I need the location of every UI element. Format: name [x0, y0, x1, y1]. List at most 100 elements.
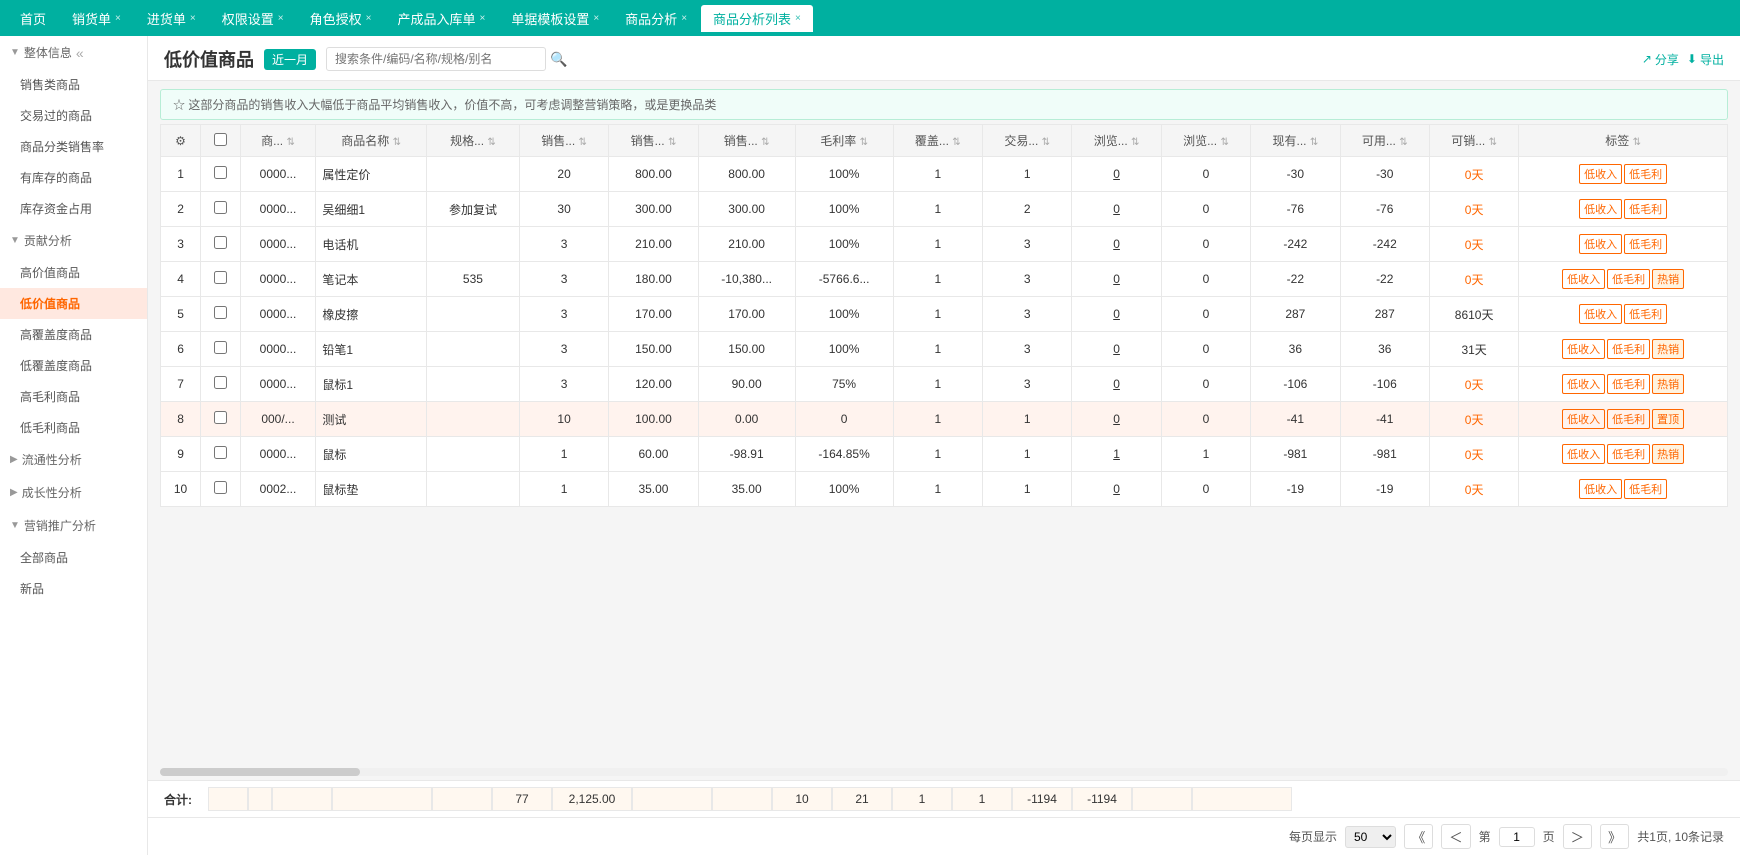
nav-home[interactable]: 首页: [8, 5, 58, 32]
sidebar-item-low-coverage[interactable]: 低覆盖度商品: [0, 350, 147, 381]
tag-badge: 低毛利: [1624, 199, 1667, 219]
close-icon[interactable]: ×: [190, 13, 196, 24]
scrollbar-track[interactable]: [160, 768, 1728, 776]
sidebar-item-stocked-products[interactable]: 有库存的商品: [0, 162, 147, 193]
row-checkbox[interactable]: [214, 306, 227, 319]
last-page-button[interactable]: 》: [1600, 824, 1629, 849]
sidebar-group-liquidity[interactable]: ▶ 流通性分析: [0, 443, 147, 476]
sidebar-group-contribution[interactable]: ▼ 贡献分析: [0, 224, 147, 257]
cell-browse1[interactable]: 0: [1072, 367, 1161, 402]
cell-browse1[interactable]: 0: [1072, 332, 1161, 367]
cell-checkbox[interactable]: [201, 297, 241, 332]
col-name[interactable]: 商品名称 ⇅: [316, 125, 427, 157]
col-coverage[interactable]: 覆盖... ⇅: [893, 125, 982, 157]
col-trade[interactable]: 交易... ⇅: [982, 125, 1071, 157]
row-checkbox[interactable]: [214, 271, 227, 284]
cell-browse1[interactable]: 0: [1072, 227, 1161, 262]
search-button[interactable]: 🔍: [550, 51, 567, 68]
row-checkbox[interactable]: [214, 481, 227, 494]
close-icon[interactable]: ×: [681, 13, 687, 24]
cell-browse1[interactable]: 1: [1072, 437, 1161, 472]
data-table-container[interactable]: ⚙ 商... ⇅ 商品名称 ⇅ 规格... ⇅ 销售... ⇅ 销售... ⇅ …: [160, 124, 1728, 764]
cell-checkbox[interactable]: [201, 402, 241, 437]
prev-page-button[interactable]: ＜: [1441, 824, 1470, 849]
cell-browse1[interactable]: 0: [1072, 192, 1161, 227]
sidebar-group-marketing[interactable]: ▼ 营销推广分析: [0, 509, 147, 542]
col-sales-price[interactable]: 销售... ⇅: [609, 125, 698, 157]
close-icon[interactable]: ×: [795, 13, 801, 24]
col-tags[interactable]: 标签 ⇅: [1519, 125, 1728, 157]
col-sales-amount[interactable]: 销售... ⇅: [698, 125, 795, 157]
row-checkbox[interactable]: [214, 446, 227, 459]
sidebar-group-growth[interactable]: ▶ 成长性分析: [0, 476, 147, 509]
period-button[interactable]: 近一月: [264, 49, 316, 70]
col-checkbox[interactable]: [201, 125, 241, 157]
page-size-select[interactable]: 50 100 200: [1345, 826, 1396, 848]
close-icon[interactable]: ×: [593, 13, 599, 24]
close-icon[interactable]: ×: [366, 13, 372, 24]
col-current-stock[interactable]: 现有... ⇅: [1251, 125, 1340, 157]
nav-product-warehouse[interactable]: 产成品入库单 ×: [385, 5, 497, 32]
cell-checkbox[interactable]: [201, 367, 241, 402]
row-checkbox[interactable]: [214, 201, 227, 214]
sidebar-item-traded-products[interactable]: 交易过的商品: [0, 100, 147, 131]
share-button[interactable]: ↗ 分享: [1642, 51, 1679, 68]
cell-browse1[interactable]: 0: [1072, 262, 1161, 297]
close-icon[interactable]: ×: [479, 13, 485, 24]
col-sales-qty[interactable]: 销售... ⇅: [519, 125, 608, 157]
cell-checkbox[interactable]: [201, 227, 241, 262]
sidebar-group-overall[interactable]: ▼ 整体信息 «: [0, 36, 147, 69]
nav-permission[interactable]: 权限设置 ×: [210, 5, 296, 32]
cell-checkbox[interactable]: [201, 157, 241, 192]
cell-checkbox[interactable]: [201, 472, 241, 507]
cell-checkbox[interactable]: [201, 262, 241, 297]
col-gross-margin[interactable]: 毛利率 ⇅: [795, 125, 893, 157]
next-page-button[interactable]: ＞: [1563, 824, 1592, 849]
sidebar-item-high-value[interactable]: 高价值商品: [0, 257, 147, 288]
cell-browse1[interactable]: 0: [1072, 297, 1161, 332]
col-browse2[interactable]: 浏览... ⇅: [1161, 125, 1250, 157]
cell-checkbox[interactable]: [201, 437, 241, 472]
row-checkbox[interactable]: [214, 166, 227, 179]
sidebar-item-new-products[interactable]: 新品: [0, 573, 147, 604]
col-saleable[interactable]: 可销... ⇅: [1429, 125, 1518, 157]
nav-product-analysis[interactable]: 商品分析 ×: [613, 5, 699, 32]
nav-role-auth[interactable]: 角色授权 ×: [298, 5, 384, 32]
sidebar-item-category-sales-rate[interactable]: 商品分类销售率: [0, 131, 147, 162]
page-number-input[interactable]: [1499, 827, 1535, 847]
col-available-stock[interactable]: 可用... ⇅: [1340, 125, 1429, 157]
sidebar-item-stock-funds[interactable]: 库存资金占用: [0, 193, 147, 224]
row-checkbox[interactable]: [214, 341, 227, 354]
scrollbar-thumb[interactable]: [160, 768, 360, 776]
search-input[interactable]: [326, 47, 546, 71]
sidebar-item-low-value[interactable]: 低价值商品: [0, 288, 147, 319]
nav-product-analysis-list[interactable]: 商品分析列表 ×: [701, 5, 813, 32]
sidebar-item-all-products[interactable]: 全部商品: [0, 542, 147, 573]
cell-browse1[interactable]: 0: [1072, 472, 1161, 507]
nav-purchase-order[interactable]: 进货单 ×: [135, 5, 208, 32]
collapse-button[interactable]: «: [72, 45, 88, 61]
col-settings[interactable]: ⚙: [161, 125, 201, 157]
col-spec[interactable]: 规格... ⇅: [427, 125, 520, 157]
cell-browse1[interactable]: 0: [1072, 157, 1161, 192]
nav-template-setting[interactable]: 单据模板设置 ×: [499, 5, 611, 32]
cell-spec: 535: [427, 262, 520, 297]
close-icon[interactable]: ×: [115, 13, 121, 24]
sidebar-item-high-coverage[interactable]: 高覆盖度商品: [0, 319, 147, 350]
col-code[interactable]: 商... ⇅: [240, 125, 316, 157]
close-icon[interactable]: ×: [278, 13, 284, 24]
row-checkbox[interactable]: [214, 376, 227, 389]
sidebar-item-sales-products[interactable]: 销售类商品: [0, 69, 147, 100]
sidebar-item-low-profit[interactable]: 低毛利商品: [0, 412, 147, 443]
first-page-button[interactable]: 《: [1404, 824, 1433, 849]
export-button[interactable]: ⬇ 导出: [1687, 51, 1724, 68]
col-browse1[interactable]: 浏览... ⇅: [1072, 125, 1161, 157]
row-checkbox[interactable]: [214, 411, 227, 424]
cell-checkbox[interactable]: [201, 192, 241, 227]
cell-checkbox[interactable]: [201, 332, 241, 367]
nav-sales-order[interactable]: 销货单 ×: [60, 5, 133, 32]
cell-browse1[interactable]: 0: [1072, 402, 1161, 437]
select-all-checkbox[interactable]: [214, 133, 227, 146]
row-checkbox[interactable]: [214, 236, 227, 249]
sidebar-item-high-profit[interactable]: 高毛利商品: [0, 381, 147, 412]
